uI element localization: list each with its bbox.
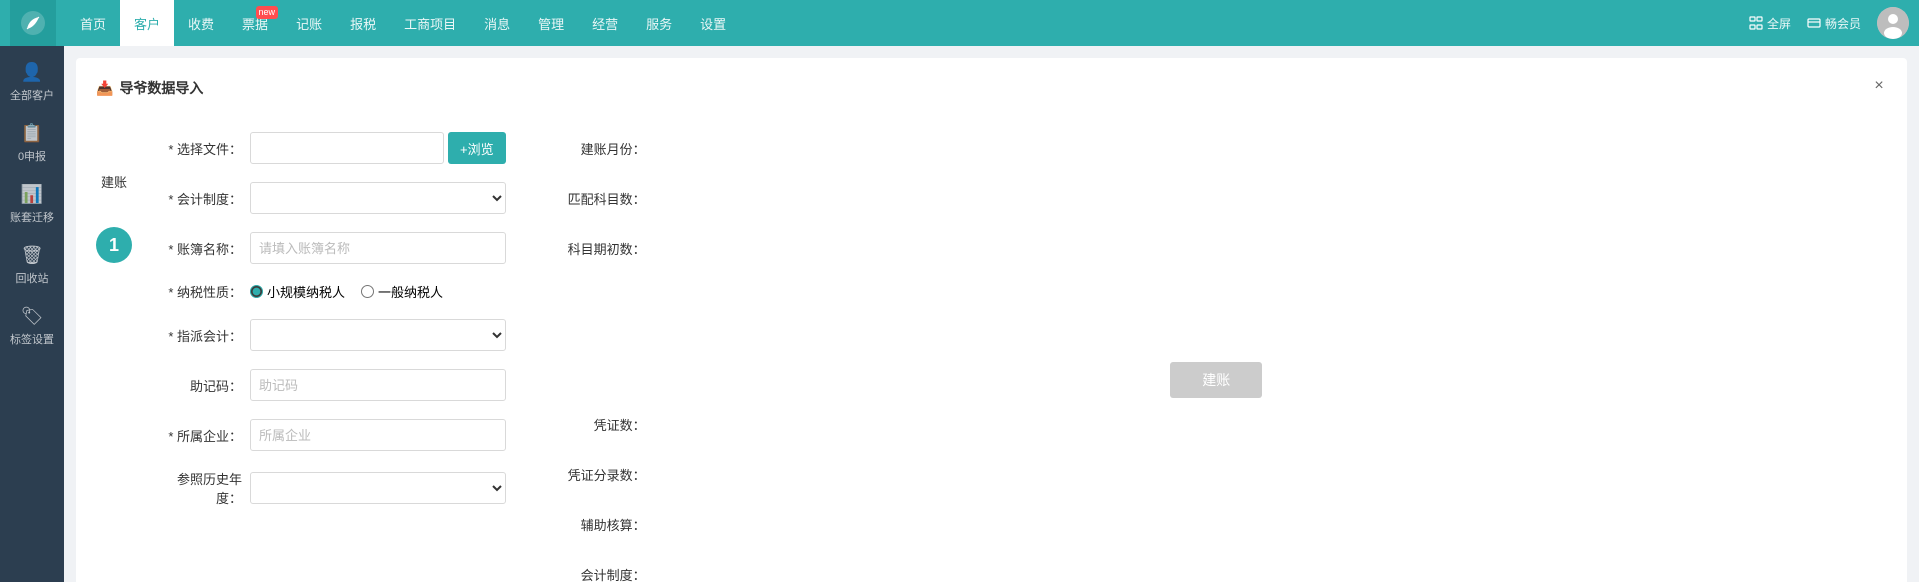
account-migration-icon: 📊 xyxy=(21,184,43,205)
voucher-count-row: 凭证数： xyxy=(546,408,1887,440)
top-nav: 首页 客户 收费 票据 new 记账 报税 工商项目 消息 管理 经营 服务 设… xyxy=(0,0,1919,46)
accountant-label: * 指派会计： xyxy=(152,326,242,345)
memo-input[interactable] xyxy=(250,369,506,401)
auxiliary-label: 辅助核算： xyxy=(546,515,646,534)
nav-bill-badge: new xyxy=(256,6,279,19)
nav-service[interactable]: 服务 xyxy=(632,0,686,46)
ledger-name-input[interactable] xyxy=(250,232,506,264)
ledger-name-row: * 账簿名称： xyxy=(152,232,506,264)
right-accounting-system-label: 会计制度： xyxy=(546,565,646,582)
tag-settings-icon: 🏷 xyxy=(21,306,44,327)
close-button[interactable]: × xyxy=(1867,74,1891,98)
nav-home[interactable]: 首页 xyxy=(66,0,120,46)
nav-business[interactable]: 工商项目 xyxy=(390,0,470,46)
step-section: 建账 1 * 选择文件： +浏览 xyxy=(96,132,506,582)
right-accounting-system-row: 会计制度： xyxy=(546,558,1887,582)
nav-operation[interactable]: 经营 xyxy=(578,0,632,46)
form-fields: * 选择文件： +浏览 * 会计制度： xyxy=(152,132,506,525)
nav-manage[interactable]: 管理 xyxy=(524,0,578,46)
accounting-system-row: * 会计制度： xyxy=(152,182,506,214)
tax-small-scale[interactable]: 小规模纳税人 xyxy=(250,282,345,301)
nav-tax[interactable]: 报税 xyxy=(336,0,390,46)
nav-settings[interactable]: 设置 xyxy=(686,0,740,46)
main-content: 📥 导爷数据导入 × 建账 1 * 选择文件： xyxy=(64,46,1919,582)
sidebar-item-zero-declare[interactable]: 📋 0申报 xyxy=(2,115,62,172)
accounting-system-label: * 会计制度： xyxy=(152,189,242,208)
history-year-label: 参照历史年度： xyxy=(152,469,242,507)
tax-general-radio[interactable] xyxy=(361,285,374,298)
accountant-row: * 指派会计： xyxy=(152,319,506,351)
auxiliary-row: 辅助核算： xyxy=(546,508,1887,540)
member-btn[interactable]: 畅会员 xyxy=(1807,15,1861,32)
tax-type-row: * 纳税性质： 小规模纳税人 一般纳税人 xyxy=(152,282,506,301)
history-year-row: 参照历史年度： xyxy=(152,469,506,507)
zero-declare-icon: 📋 xyxy=(21,123,43,144)
logo[interactable] xyxy=(10,0,56,46)
company-input[interactable] xyxy=(250,419,506,451)
match-subjects-label: 匹配科目数： xyxy=(546,189,646,208)
company-label: * 所属企业： xyxy=(152,426,242,445)
nav-fee[interactable]: 收费 xyxy=(174,0,228,46)
ledger-name-label: * 账簿名称： xyxy=(152,239,242,258)
form-area: 建账 1 * 选择文件： +浏览 xyxy=(96,122,1887,582)
build-account-button[interactable]: 建账 xyxy=(1170,362,1262,398)
match-subjects-row: 匹配科目数： xyxy=(546,182,1887,214)
voucher-count-label: 凭证数： xyxy=(546,415,646,434)
file-input[interactable] xyxy=(250,132,444,164)
select-file-row: * 选择文件： +浏览 xyxy=(152,132,506,164)
step-circle: 1 xyxy=(96,227,132,263)
nav-items: 首页 客户 收费 票据 new 记账 报税 工商项目 消息 管理 经营 服务 设… xyxy=(66,0,1749,46)
tax-type-label: * 纳税性质： xyxy=(152,282,242,301)
nav-bookkeeping[interactable]: 记账 xyxy=(282,0,336,46)
company-row: * 所属企业： xyxy=(152,419,506,451)
memo-label: 助记码： xyxy=(152,376,242,395)
subjects-initial-label: 科目期初数： xyxy=(546,239,646,258)
import-icon: 📥 xyxy=(96,80,113,97)
sidebar-item-all-customers[interactable]: 👤 全部客户 xyxy=(2,54,62,111)
accountant-select[interactable] xyxy=(250,319,506,351)
import-card: 📥 导爷数据导入 × 建账 1 * 选择文件： xyxy=(76,58,1907,582)
right-panel: 建账月份： 匹配科目数： 科目期初数： 建账 凭证 xyxy=(546,132,1887,582)
sidebar-item-tag-settings[interactable]: 🏷 标签设置 xyxy=(2,298,62,355)
sidebar-item-account-migration[interactable]: 📊 账套迁移 xyxy=(2,176,62,233)
all-customers-icon: 👤 xyxy=(21,62,43,83)
tax-type-radio-group: 小规模纳税人 一般纳税人 xyxy=(250,282,506,301)
subjects-initial-row: 科目期初数： xyxy=(546,232,1887,264)
nav-right: 全屏 畅会员 xyxy=(1749,7,1909,39)
voucher-entries-row: 凭证分录数： xyxy=(546,458,1887,490)
recycle-bin-icon: 🗑 xyxy=(21,245,44,266)
nav-bill[interactable]: 票据 new xyxy=(228,0,282,46)
fullscreen-btn[interactable]: 全屏 xyxy=(1749,15,1791,32)
build-month-label: 建账月份： xyxy=(546,139,646,158)
voucher-entries-label: 凭证分录数： xyxy=(546,465,646,484)
sidebar: 👤 全部客户 📋 0申报 📊 账套迁移 🗑 回收站 🏷 标签设置 xyxy=(0,46,64,582)
build-month-row: 建账月份： xyxy=(546,132,1887,164)
accounting-system-select[interactable] xyxy=(250,182,506,214)
file-input-group: +浏览 xyxy=(250,132,506,164)
history-year-select[interactable] xyxy=(250,472,506,504)
layout: 👤 全部客户 📋 0申报 📊 账套迁移 🗑 回收站 🏷 标签设置 📥 导爷数据导… xyxy=(0,46,1919,582)
memo-row: 助记码： xyxy=(152,369,506,401)
step-label: 建账 xyxy=(101,172,127,191)
card-title: 📥 导爷数据导入 xyxy=(96,78,1887,98)
select-file-label: * 选择文件： xyxy=(152,139,242,158)
avatar[interactable] xyxy=(1877,7,1909,39)
nav-customer[interactable]: 客户 xyxy=(120,0,174,46)
tax-small-scale-radio[interactable] xyxy=(250,285,263,298)
nav-message[interactable]: 消息 xyxy=(470,0,524,46)
sidebar-item-recycle-bin[interactable]: 🗑 回收站 xyxy=(2,237,62,294)
tax-general[interactable]: 一般纳税人 xyxy=(361,282,443,301)
browse-button[interactable]: +浏览 xyxy=(448,132,506,164)
